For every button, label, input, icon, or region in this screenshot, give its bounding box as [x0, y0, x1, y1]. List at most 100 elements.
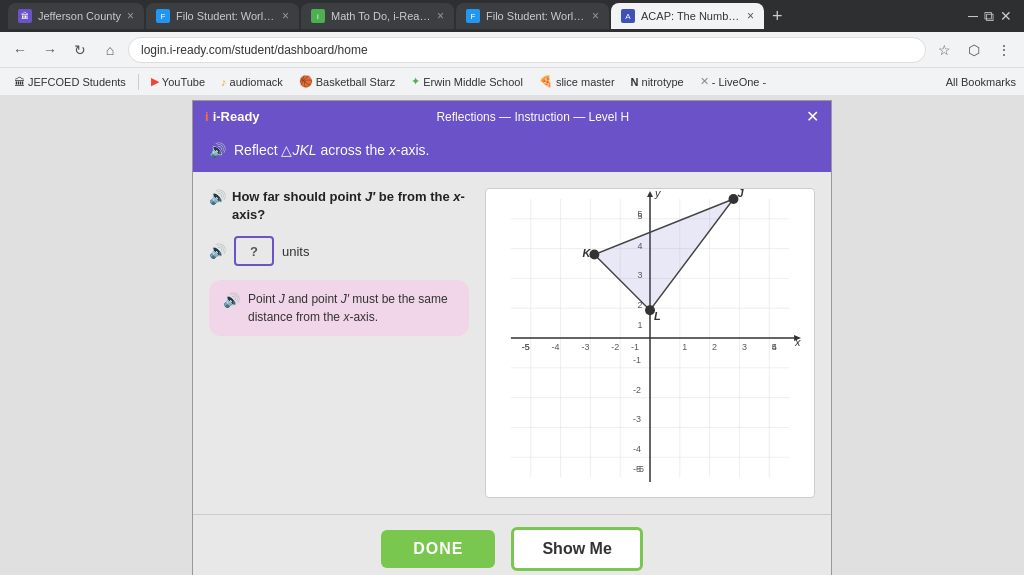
- jefcoed-label: JEFCOED Students: [28, 76, 126, 88]
- iready-logo: i i-Ready: [205, 109, 260, 124]
- svg-marker-47: [594, 199, 733, 310]
- svg-text:-2: -2: [633, 385, 641, 395]
- reload-button[interactable]: ↻: [68, 38, 92, 62]
- tab5-close[interactable]: ×: [747, 9, 754, 23]
- bookmark-jefcoed[interactable]: 🏛 JEFCOED Students: [8, 74, 132, 90]
- tab-bar: 🏛 Jefferson County × F Filo Student: Wor…: [0, 0, 1024, 32]
- svg-text:1: 1: [682, 342, 687, 352]
- bookmark-erwin[interactable]: ✦ Erwin Middle School: [405, 73, 529, 90]
- graph-container: x y -5 -4 -3 -2 -1 1 2 3 4 5: [485, 188, 815, 498]
- tab-jefferson-county[interactable]: 🏛 Jefferson County ×: [8, 3, 144, 29]
- tab2-close[interactable]: ×: [282, 9, 289, 23]
- svg-text:x: x: [794, 336, 801, 348]
- svg-text:3: 3: [742, 342, 747, 352]
- basketball-label: Basketball Starz: [316, 76, 395, 88]
- iready-window: i i-Ready Reflections — Instruction — Le…: [192, 100, 832, 575]
- tab2-favicon: F: [156, 9, 170, 23]
- address-bar[interactable]: login.i-ready.com/student/dashboard/home: [128, 37, 926, 63]
- svg-text:y: y: [654, 189, 661, 199]
- tab3-label: Math To Do, i-Ready: [331, 10, 431, 22]
- iready-close-button[interactable]: ✕: [806, 107, 819, 126]
- tab4-close[interactable]: ×: [592, 9, 599, 23]
- svg-text:-4: -4: [552, 342, 560, 352]
- question-sound-icon[interactable]: 🔊: [209, 188, 226, 208]
- slice-label: slice master: [556, 76, 615, 88]
- youtube-label: YouTube: [162, 76, 205, 88]
- page-background: i i-Ready Reflections — Instruction — Le…: [0, 96, 1024, 575]
- bookmark-youtube[interactable]: ▶ YouTube: [145, 73, 211, 90]
- svg-text:-3: -3: [633, 414, 641, 424]
- tab1-favicon: 🏛: [18, 9, 32, 23]
- bookmark-basketball[interactable]: 🏀 Basketball Starz: [293, 73, 401, 90]
- answer-row: 🔊 ? units: [209, 236, 469, 266]
- tab4-label: Filo Student: World's Only Li...: [486, 10, 586, 22]
- tab5-favicon: A: [621, 9, 635, 23]
- point-k: [589, 250, 599, 260]
- instruction-sound-icon[interactable]: 🔊: [209, 142, 226, 158]
- coordinate-graph: x y -5 -4 -3 -2 -1 1 2 3 4 5: [486, 189, 814, 497]
- left-panel: 🔊 How far should point J′ be from the x-…: [209, 188, 469, 498]
- svg-text:5: 5: [638, 209, 643, 219]
- nitrotype-icon: N: [631, 76, 639, 88]
- iready-content: 🔊 How far should point J′ be from the x-…: [193, 172, 831, 514]
- minimize-button[interactable]: ─: [968, 8, 978, 24]
- svg-text:K: K: [582, 247, 591, 259]
- close-window-button[interactable]: ✕: [1000, 8, 1012, 24]
- all-bookmarks-btn[interactable]: All Bookmarks: [946, 76, 1016, 88]
- liveone-icon: ✕: [700, 75, 709, 88]
- svg-text:5: 5: [772, 342, 777, 352]
- tab4-favicon: F: [466, 9, 480, 23]
- youtube-icon: ▶: [151, 75, 159, 88]
- bookmark-audiomack[interactable]: ♪ audiomack: [215, 74, 289, 90]
- bookmark-button[interactable]: ☆: [932, 38, 956, 62]
- hint-text: Point J and point J′ must be the same di…: [248, 290, 455, 326]
- erwin-icon: ✦: [411, 75, 420, 88]
- nitrotype-label: nitrotype: [642, 76, 684, 88]
- instruction-area: 🔊 Reflect △JKL across the x-axis.: [209, 142, 815, 158]
- iready-logo-icon: i: [205, 109, 209, 124]
- bookmark-liveone[interactable]: ✕ - LiveOne -: [694, 73, 772, 90]
- home-button[interactable]: ⌂: [98, 38, 122, 62]
- svg-text:-2: -2: [611, 342, 619, 352]
- svg-text:-1: -1: [633, 355, 641, 365]
- svg-text:J: J: [737, 189, 744, 199]
- bottom-controls: DONE Show Me: [193, 514, 831, 575]
- menu-button[interactable]: ⋮: [992, 38, 1016, 62]
- svg-marker-21: [647, 191, 653, 197]
- svg-text:L: L: [654, 310, 661, 322]
- tab-acap[interactable]: A ACAP: The Number System... ×: [611, 3, 764, 29]
- restore-button[interactable]: ⧉: [984, 8, 994, 25]
- back-button[interactable]: ←: [8, 38, 32, 62]
- tab3-favicon: i: [311, 9, 325, 23]
- hint-sound-icon[interactable]: 🔊: [223, 290, 240, 326]
- audiomack-icon: ♪: [221, 76, 227, 88]
- extensions-button[interactable]: ⬡: [962, 38, 986, 62]
- tab5-label: ACAP: The Number System...: [641, 10, 741, 22]
- units-label: units: [282, 244, 309, 259]
- bookmark-slice[interactable]: 🍕 slice master: [533, 73, 621, 90]
- forward-button[interactable]: →: [38, 38, 62, 62]
- done-button[interactable]: DONE: [381, 530, 495, 568]
- erwin-label: Erwin Middle School: [423, 76, 523, 88]
- tab-math-todo[interactable]: i Math To Do, i-Ready ×: [301, 3, 454, 29]
- tab-filo2[interactable]: F Filo Student: World's Only Li... ×: [456, 3, 609, 29]
- svg-text:-5: -5: [522, 342, 530, 352]
- tab-filo1[interactable]: F Filo Student: World's Only Li... ×: [146, 3, 299, 29]
- iready-titlebar: i i-Ready Reflections — Instruction — Le…: [193, 101, 831, 132]
- right-panel: x y -5 -4 -3 -2 -1 1 2 3 4 5: [485, 188, 815, 498]
- new-tab-button[interactable]: +: [766, 6, 789, 27]
- divider: [138, 74, 139, 90]
- tab3-close[interactable]: ×: [437, 9, 444, 23]
- svg-text:-3: -3: [581, 342, 589, 352]
- answer-sound-icon[interactable]: 🔊: [209, 243, 226, 259]
- question-area: 🔊 How far should point J′ be from the x-…: [209, 188, 469, 224]
- browser-toolbar: ← → ↻ ⌂ login.i-ready.com/student/dashbo…: [0, 32, 1024, 68]
- show-me-button[interactable]: Show Me: [511, 527, 642, 571]
- basketball-icon: 🏀: [299, 75, 313, 88]
- liveone-label: - LiveOne -: [712, 76, 766, 88]
- tab1-close[interactable]: ×: [127, 9, 134, 23]
- slice-icon: 🍕: [539, 75, 553, 88]
- hint-box: 🔊 Point J and point J′ must be the same …: [209, 280, 469, 336]
- answer-input[interactable]: ?: [234, 236, 274, 266]
- bookmark-nitrotype[interactable]: N nitrotype: [625, 74, 690, 90]
